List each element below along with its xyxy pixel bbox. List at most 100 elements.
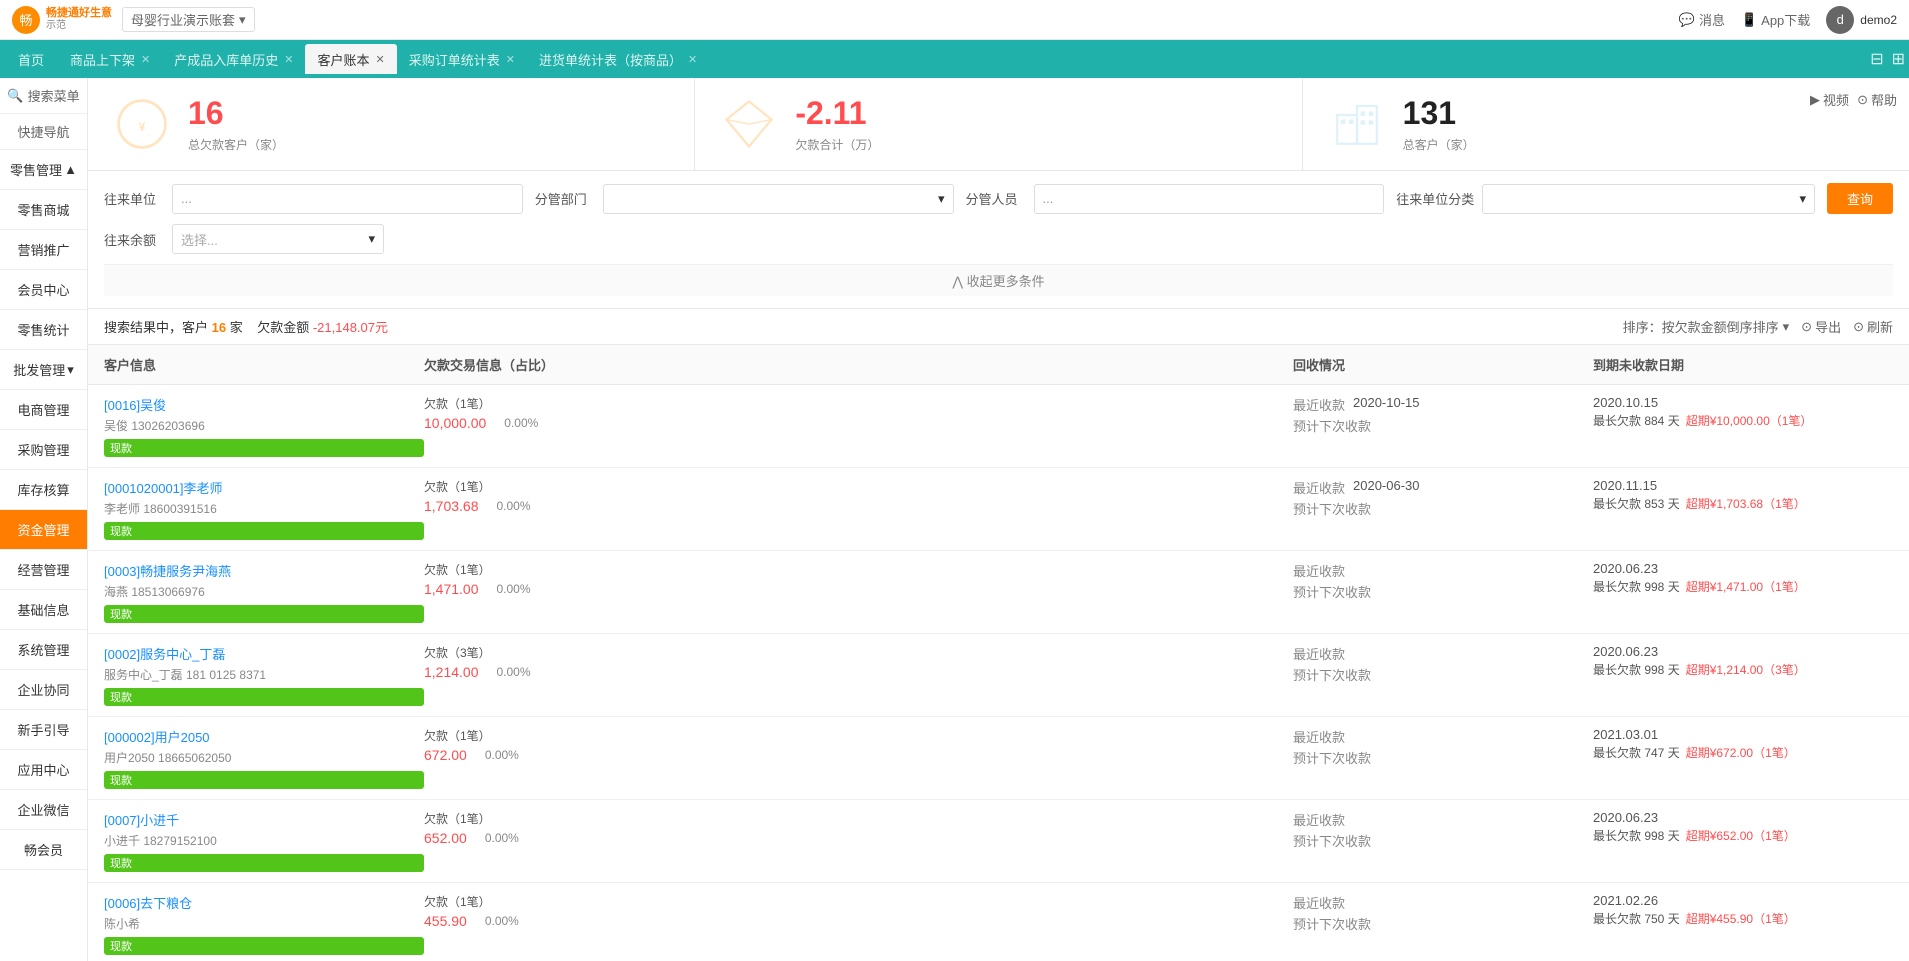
debt-customer-number: 16 <box>188 95 670 132</box>
sidebar-item-enterprise-coop[interactable]: 企业协同 <box>0 670 87 710</box>
help-btn[interactable]: ⊙ 帮助 <box>1857 90 1897 109</box>
sidebar-item-retail-store[interactable]: 零售商城 <box>0 190 87 230</box>
tab-customer-account[interactable]: 客户账本 ✕ <box>305 44 396 74</box>
sidebar-item-purchase[interactable]: 采购管理 <box>0 430 87 470</box>
search-button[interactable]: 查询 <box>1827 183 1893 214</box>
sidebar-item-basic-info[interactable]: 基础信息 <box>0 590 87 630</box>
customer-name-6[interactable]: [0006]去下粮仓 <box>104 893 424 912</box>
customer-name-4[interactable]: [000002]用户2050 <box>104 727 424 746</box>
filter-row-1: 往来单位 ... 分管部门 ▾ 分管人员 ... <box>104 183 1893 214</box>
close-icon[interactable]: ✕ <box>141 53 150 66</box>
overdue-link-0[interactable]: 超期¥10,000.00（1笔） <box>1686 412 1813 429</box>
close-icon[interactable]: ✕ <box>506 53 515 66</box>
tab-product-history[interactable]: 产成品入库单历史 ✕ <box>162 44 305 74</box>
manager-input[interactable]: ... <box>1034 184 1385 214</box>
sidebar-item-ecommerce[interactable]: 电商管理 <box>0 390 87 430</box>
next-collect-row-1: 预计下次收款 <box>1293 499 1593 518</box>
overdue-link-6[interactable]: 超期¥455.90（1笔） <box>1686 910 1796 927</box>
customer-name-5[interactable]: [0007]小进千 <box>104 810 424 829</box>
customer-name-0[interactable]: [0016]吴俊 <box>104 395 424 414</box>
overdue-link-5[interactable]: 超期¥652.00（1笔） <box>1686 827 1796 844</box>
sidebar-item-app-center[interactable]: 应用中心 <box>0 750 87 790</box>
debt-row-2: 1,471.00 0.00% <box>424 581 1293 597</box>
customer-name-3[interactable]: [0002]服务中心_丁磊 <box>104 644 424 663</box>
overdue-days-5: 最长欠款 998 天 <box>1593 827 1680 844</box>
filter-dept-label: 分管部门 <box>535 189 595 208</box>
top-bar: 畅 畅捷通好生意 示范 母婴行业演示账套 ▾ 💬 消息 📱 App下载 d de… <box>0 0 1909 40</box>
chevron-down-icon: ▾ <box>938 191 945 207</box>
next-collect-label-4: 预计下次收款 <box>1293 748 1371 767</box>
chevron-down-icon: ▾ <box>1799 191 1806 207</box>
due-date-3: 2020.06.23 <box>1593 644 1893 659</box>
last-collect-row-3: 最近收款 <box>1293 644 1593 663</box>
next-collect-label-0: 预计下次收款 <box>1293 416 1371 435</box>
industry-selector[interactable]: 母婴行业演示账套 ▾ <box>122 7 255 32</box>
app-download-btn[interactable]: 📱 App下载 <box>1741 10 1810 29</box>
dept-select[interactable]: ▾ <box>603 184 954 214</box>
tab-purchase-stats[interactable]: 进货单统计表（按商品） ✕ <box>527 44 709 74</box>
chevron-down-icon: ▲ <box>64 162 77 177</box>
overdue-link-1[interactable]: 超期¥1,703.68（1笔） <box>1686 495 1806 512</box>
balance-select[interactable]: 选择... ▾ <box>172 224 384 254</box>
minimize-icon[interactable]: ⊟ <box>1870 49 1883 69</box>
last-collect-row-5: 最近收款 <box>1293 810 1593 829</box>
table-row: [0007]小进千 小进千 18279152100 现款 欠款（1笔） 652.… <box>88 800 1909 883</box>
maximize-icon[interactable]: ⊞ <box>1892 49 1905 69</box>
sidebar-item-operations[interactable]: 经营管理 <box>0 550 87 590</box>
unit-category-select[interactable]: ▾ <box>1482 184 1815 214</box>
sort-label: 排序：按欠款金额倒序排序 <box>1623 317 1779 336</box>
customer-name-2[interactable]: [0003]畅捷服务尹海燕 <box>104 561 424 580</box>
search-menu[interactable]: 🔍 搜索菜单 <box>0 78 87 114</box>
debt-amount-5: 652.00 <box>424 830 467 846</box>
sidebar-item-member[interactable]: 会员中心 <box>0 270 87 310</box>
last-collect-label-4: 最近收款 <box>1293 727 1345 746</box>
col-header-customer: 客户信息 <box>104 355 424 374</box>
sidebar-item-inventory[interactable]: 库存核算 <box>0 470 87 510</box>
export-icon: ⊙ <box>1801 319 1812 335</box>
debt-info-6: 欠款（1笔） 455.90 0.00% <box>424 893 1293 929</box>
overdue-link-2[interactable]: 超期¥1,471.00（1笔） <box>1686 578 1806 595</box>
sidebar-item-system[interactable]: 系统管理 <box>0 630 87 670</box>
due-info-0: 2020.10.15 最长欠款 884 天 超期¥10,000.00（1笔） <box>1593 395 1893 429</box>
video-btn[interactable]: ▶ 视频 <box>1810 90 1849 109</box>
sidebar-item-finance[interactable]: 资金管理 <box>0 510 87 550</box>
message-btn[interactable]: 💬 消息 <box>1679 10 1725 29</box>
next-collect-label-6: 预计下次收款 <box>1293 914 1371 933</box>
sidebar-item-retail-mgmt[interactable]: 零售管理 ▲ <box>0 150 87 190</box>
customer-tag-5: 现款 <box>104 854 424 872</box>
stat-info-debt-customers: 16 总欠款客户（家） <box>188 95 670 153</box>
close-icon[interactable]: ✕ <box>376 53 385 66</box>
from-unit-input[interactable]: ... <box>172 184 523 214</box>
filter-row-2: 往来余额 选择... ▾ <box>104 224 1893 254</box>
sidebar-item-retail-stats[interactable]: 零售统计 <box>0 310 87 350</box>
customer-name-1[interactable]: [0001020001]李老师 <box>104 478 424 497</box>
due-info-2: 2020.06.23 最长欠款 998 天 超期¥1,471.00（1笔） <box>1593 561 1893 595</box>
sidebar-item-quick-nav[interactable]: 快捷导航 <box>0 114 87 150</box>
sort-select[interactable]: 排序：按欠款金额倒序排序 ▾ <box>1623 317 1790 336</box>
diamond-icon <box>719 94 779 154</box>
collapse-bar[interactable]: ⋀ 收起更多条件 <box>104 264 1893 296</box>
stat-info-debt-amount: -2.11 欠款合计（万） <box>795 95 1277 153</box>
sidebar-item-vip-member[interactable]: 畅会员 <box>0 830 87 870</box>
tab-product-offline[interactable]: 商品上下架 ✕ <box>58 44 162 74</box>
overdue-days-6: 最长欠款 750 天 <box>1593 910 1680 927</box>
debt-info-2: 欠款（1笔） 1,471.00 0.00% <box>424 561 1293 597</box>
debt-ratio-3: 0.00% <box>497 665 531 679</box>
close-icon[interactable]: ✕ <box>284 53 293 66</box>
username-label: demo2 <box>1860 13 1897 27</box>
sidebar-item-batch-mgmt[interactable]: 批发管理 ▾ <box>0 350 87 390</box>
user-profile[interactable]: d demo2 <box>1826 6 1897 34</box>
overdue-link-4[interactable]: 超期¥672.00（1笔） <box>1686 744 1796 761</box>
refresh-btn[interactable]: ⊙ 刷新 <box>1853 317 1893 336</box>
overdue-link-3[interactable]: 超期¥1,214.00（3笔） <box>1686 661 1806 678</box>
debt-amount-number: -2.11 <box>795 95 1277 132</box>
tab-purchase-order[interactable]: 采购订单统计表 ✕ <box>397 44 527 74</box>
sidebar-item-new-guide[interactable]: 新手引导 <box>0 710 87 750</box>
sidebar-item-marketing[interactable]: 营销推广 <box>0 230 87 270</box>
tab-home[interactable]: 首页 <box>4 44 58 74</box>
close-icon[interactable]: ✕ <box>688 53 697 66</box>
return-info-1: 最近收款 2020-06-30 预计下次收款 <box>1293 478 1593 518</box>
sidebar-item-enterprise-wechat[interactable]: 企业微信 <box>0 790 87 830</box>
due-date-2: 2020.06.23 <box>1593 561 1893 576</box>
export-btn[interactable]: ⊙ 导出 <box>1801 317 1841 336</box>
